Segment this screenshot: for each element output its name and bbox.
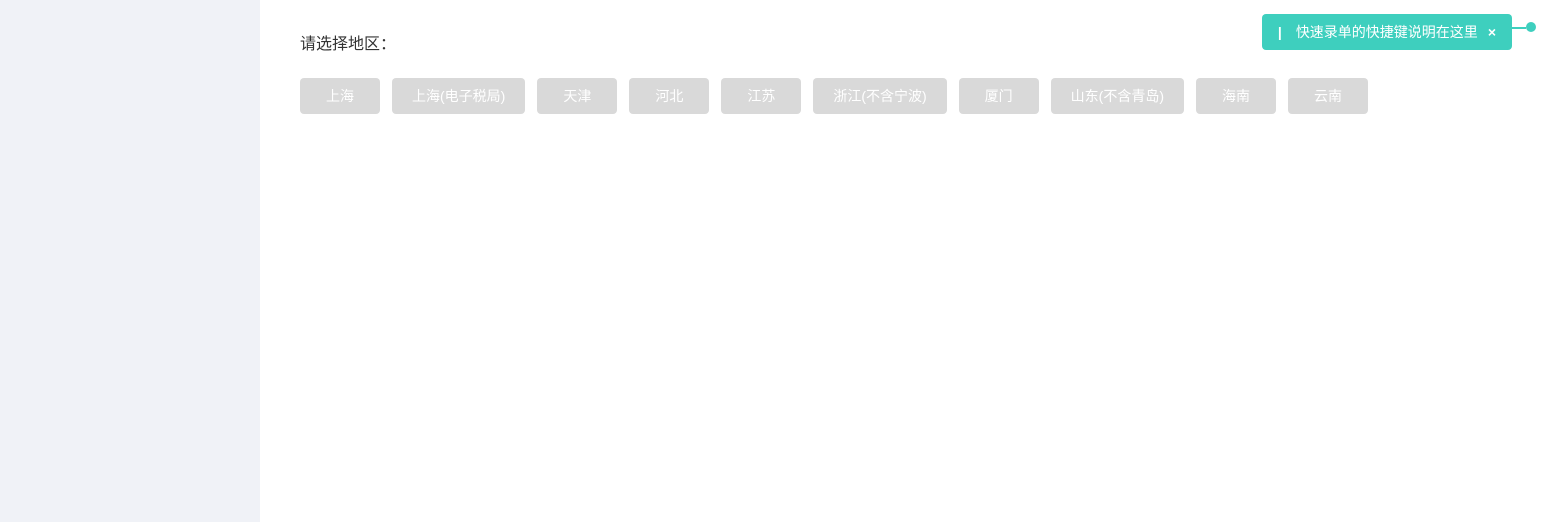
region-button-tianjin[interactable]: 天津	[537, 78, 617, 114]
region-button-shanghai[interactable]: 上海	[300, 78, 380, 114]
tooltip-text: 快速录单的快捷键说明在这里	[1296, 22, 1478, 42]
region-button-xiamen[interactable]: 厦门	[959, 78, 1039, 114]
region-button-hainan[interactable]: 海南	[1196, 78, 1276, 114]
tooltip-line	[1512, 27, 1526, 29]
tooltip-banner: 快速录单的快捷键说明在这里 ×	[1262, 14, 1512, 50]
tooltip-dot	[1526, 22, 1536, 32]
region-buttons-container: 上海上海(电子税局) 天津河北江苏浙江(不含宁波) 厦门山东(不含青岛) 海南云南	[300, 78, 1522, 114]
region-button-shanghai-etax[interactable]: 上海(电子税局)	[392, 78, 525, 114]
region-button-hebei[interactable]: 河北	[629, 78, 709, 114]
region-button-jiangsu[interactable]: 江苏	[721, 78, 801, 114]
sidebar	[0, 0, 260, 522]
tooltip-close-button[interactable]: ×	[1488, 24, 1496, 40]
region-button-yunnan[interactable]: 云南	[1288, 78, 1368, 114]
region-button-shandong[interactable]: 山东(不含青岛)	[1051, 78, 1184, 114]
region-button-zhejiang[interactable]: 浙江(不含宁波)	[813, 78, 946, 114]
main-content: 请选择地区： 上海上海(电子税局)天津河北江苏浙江(不含宁波)厦门山东(不含青岛…	[260, 0, 1562, 522]
